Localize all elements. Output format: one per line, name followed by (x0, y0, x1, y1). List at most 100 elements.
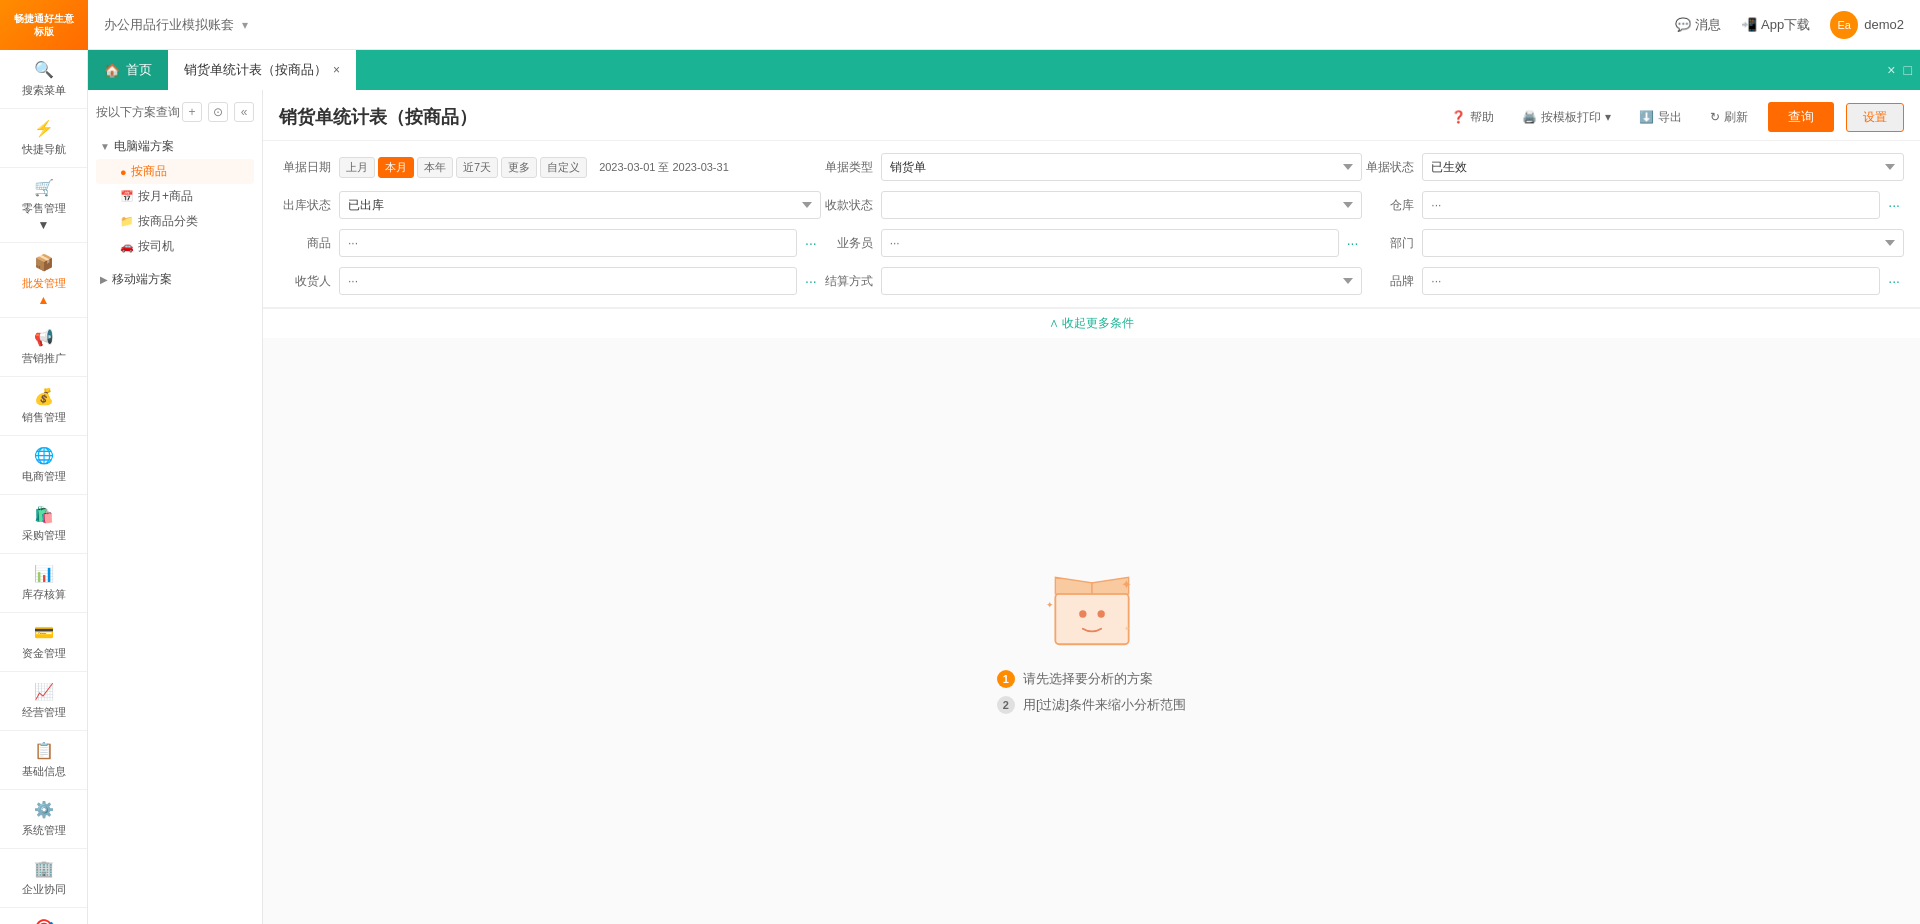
warehouse-dots-icon[interactable]: ··· (1884, 197, 1904, 213)
goods-input[interactable] (339, 229, 797, 257)
sidebar-item-system[interactable]: ⚙️ 系统管理 (0, 790, 87, 849)
dept-label: 部门 (1362, 235, 1414, 252)
tab-active[interactable]: 销货单统计表（按商品） × (168, 50, 356, 90)
industry-label: 办公用品行业模拟账套 (104, 16, 234, 34)
receipt-status-select[interactable] (881, 191, 1363, 219)
hint2-text: 用[过滤]条件来缩小分析范围 (1023, 696, 1186, 714)
filter-dept: 部门 (1362, 229, 1904, 257)
app-download-btn[interactable]: 📲 App下载 (1741, 16, 1810, 34)
refresh-btn[interactable]: ↻ 刷新 (1702, 105, 1756, 130)
empty-state: ✦ ✦ ✦ 1 请先选择要分析的方案 2 用[过滤]条件来缩小分析范围 (263, 338, 1920, 924)
panel-add-btn[interactable]: + (182, 102, 202, 122)
template-print-label: 按模板打印 (1541, 109, 1601, 126)
filter-settlement: 结算方式 (821, 267, 1363, 295)
user-initial: Ea (1838, 19, 1851, 31)
empty-hint-2: 2 用[过滤]条件来缩小分析范围 (997, 696, 1186, 714)
sidebar-item-finance[interactable]: 💳 资金管理 (0, 613, 87, 672)
app-download-icon: 📲 (1741, 17, 1757, 32)
tab-home[interactable]: 🏠 首页 (88, 50, 168, 90)
brand-dots-icon[interactable]: ··· (1884, 273, 1904, 289)
user-avatar: Ea (1830, 11, 1858, 39)
svg-text:✦: ✦ (1124, 624, 1130, 633)
tree-parent-desktop[interactable]: ▼ 电脑端方案 (96, 134, 254, 159)
page-title: 销货单统计表（按商品） (279, 105, 477, 129)
settlement-select[interactable] (881, 267, 1363, 295)
status-select[interactable]: 已生效 (1422, 153, 1904, 181)
filter-salesperson: 业务员 ··· (821, 229, 1363, 257)
date-btn-this-year[interactable]: 本年 (417, 157, 453, 178)
out-status-select[interactable]: 已出库 (339, 191, 821, 219)
template-print-btn[interactable]: 🖨️ 按模板打印 ▾ (1514, 105, 1619, 130)
tab-close-window-icon[interactable]: × (1887, 62, 1895, 78)
date-btn-last-month[interactable]: 上月 (339, 157, 375, 178)
sidebar-item-enterprise[interactable]: 🏢 企业协同 (0, 849, 87, 908)
sidebar-item-inventory[interactable]: 📊 库存核算 (0, 554, 87, 613)
filter-warehouse: 仓库 ··· (1362, 191, 1904, 219)
user-menu-btn[interactable]: Ea demo2 (1830, 11, 1904, 39)
page-actions: ❓ 帮助 🖨️ 按模板打印 ▾ ⬇️ 导出 ↻ 刷新 (1443, 102, 1904, 132)
query-btn[interactable]: 查询 (1768, 102, 1834, 132)
panel-settings-btn[interactable]: ⊙ (208, 102, 228, 122)
sidebar-item-quick-nav[interactable]: ⚡ 快捷导航 (0, 109, 87, 168)
sidebar: 畅捷通好生意 标版 🔍 搜索菜单 ⚡ 快捷导航 🛒 零售管理 ▼ 📦 批发管理 … (0, 0, 88, 924)
svg-text:✦: ✦ (1046, 600, 1054, 610)
salesperson-input[interactable] (881, 229, 1339, 257)
sidebar-item-guide[interactable]: 🎯 新手引导 (0, 908, 87, 924)
dept-select[interactable] (1422, 229, 1904, 257)
by-cashier-icon: 🚗 (120, 240, 134, 253)
date-btn-this-month[interactable]: 本月 (378, 157, 414, 178)
message-btn[interactable]: 💬 消息 (1675, 16, 1721, 34)
home-icon: 🏠 (104, 63, 120, 78)
salesperson-dots-icon[interactable]: ··· (1343, 235, 1363, 251)
sidebar-item-marketing[interactable]: 📢 营销推广 (0, 318, 87, 377)
sidebar-item-operation[interactable]: 📈 经营管理 (0, 672, 87, 731)
date-btn-custom[interactable]: 自定义 (540, 157, 587, 178)
sidebar-item-sales[interactable]: 💰 销售管理 (0, 377, 87, 436)
goods-dots-icon[interactable]: ··· (801, 235, 821, 251)
sidebar-item-basic[interactable]: 📋 基础信息 (0, 731, 87, 790)
panel-collapse-icon: « (241, 105, 248, 119)
wholesale-arrow-icon: ▲ (38, 293, 50, 307)
sidebar-item-retail[interactable]: 🛒 零售管理 ▼ (0, 168, 87, 243)
tree-child-by-product[interactable]: ● 按商品 (96, 159, 254, 184)
tab-maximize-icon[interactable]: □ (1904, 62, 1912, 78)
help-btn[interactable]: ❓ 帮助 (1443, 105, 1502, 130)
sidebar-item-wholesale[interactable]: 📦 批发管理 ▲ (0, 243, 87, 318)
panel-collapse-btn[interactable]: « (234, 102, 254, 122)
sidebar-label-enterprise: 企业协同 (22, 882, 66, 897)
export-btn[interactable]: ⬇️ 导出 (1631, 105, 1690, 130)
filter-area: 单据日期 上月 本月 本年 近7天 更多 自定义 2023-03-01 至 20… (263, 141, 1920, 308)
filter-row-1: 单据日期 上月 本月 本年 近7天 更多 自定义 2023-03-01 至 20… (279, 153, 1904, 181)
brand-input[interactable] (1422, 267, 1880, 295)
sidebar-label-wholesale: 批发管理 (22, 276, 66, 291)
date-btn-more[interactable]: 更多 (501, 157, 537, 178)
settings-btn[interactable]: 设置 (1846, 103, 1904, 132)
tree-child-by-cashier[interactable]: 🚗 按司机 (96, 234, 254, 259)
tree-parent-mobile[interactable]: ▶ 移动端方案 (96, 267, 254, 292)
hint1-circle: 1 (997, 670, 1015, 688)
date-range-text: 2023-03-01 至 2023-03-31 (599, 160, 729, 175)
settlement-control (881, 267, 1363, 295)
consignee-input[interactable] (339, 267, 797, 295)
tree-child-by-category[interactable]: 📁 按商品分类 (96, 209, 254, 234)
sidebar-item-purchase[interactable]: 🛍️ 采购管理 (0, 495, 87, 554)
quick-nav-icon: ⚡ (34, 119, 54, 138)
warehouse-input[interactable] (1422, 191, 1880, 219)
by-product-label: 按商品 (131, 163, 167, 180)
tab-close-icon[interactable]: × (333, 64, 340, 76)
collapse-bar[interactable]: ∧ 收起更多条件 (263, 308, 1920, 338)
template-print-arrow-icon: ▾ (1605, 110, 1611, 124)
by-cashier-label: 按司机 (138, 238, 174, 255)
marketing-icon: 📢 (34, 328, 54, 347)
status-control: 已生效 (1422, 153, 1904, 181)
purchase-icon: 🛍️ (34, 505, 54, 524)
tree-child-by-month-product[interactable]: 📅 按月+商品 (96, 184, 254, 209)
consignee-dots-icon[interactable]: ··· (801, 273, 821, 289)
doc-type-select[interactable]: 销货单 (881, 153, 1363, 181)
tab-window-btns: × □ (1879, 50, 1920, 90)
date-btn-7days[interactable]: 近7天 (456, 157, 498, 178)
sidebar-item-search-menu[interactable]: 🔍 搜索菜单 (0, 50, 87, 109)
consignee-label: 收货人 (279, 273, 331, 290)
date-control: 上月 本月 本年 近7天 更多 自定义 2023-03-01 至 2023-03… (339, 157, 821, 178)
sidebar-item-ecommerce[interactable]: 🌐 电商管理 (0, 436, 87, 495)
